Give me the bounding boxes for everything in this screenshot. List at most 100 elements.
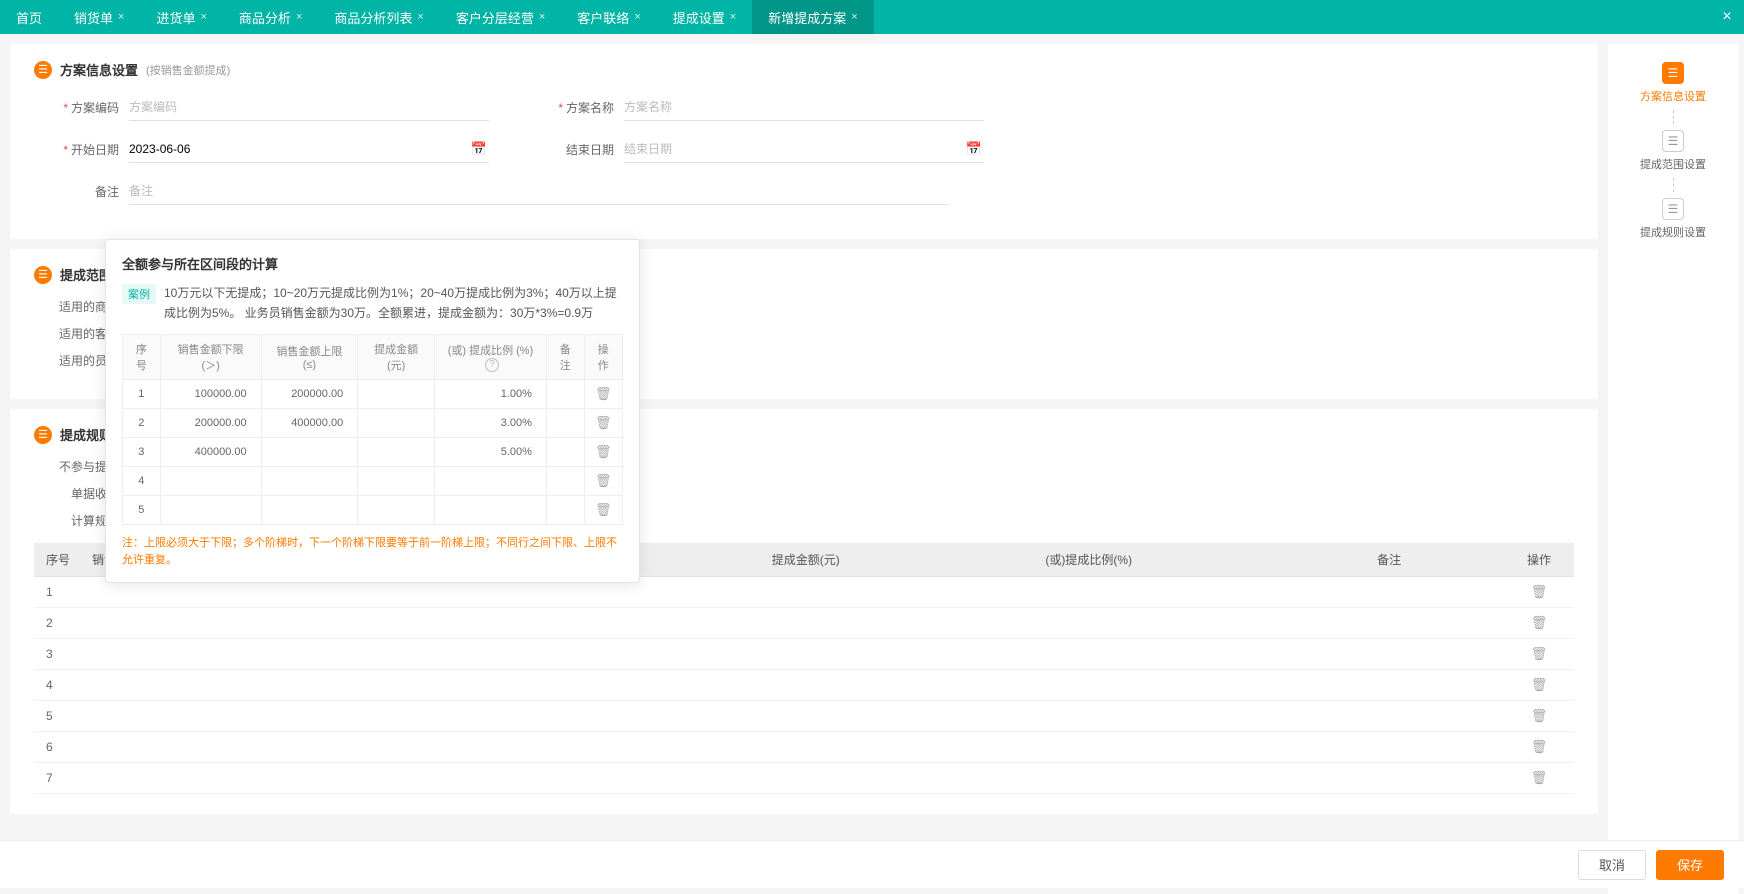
cell-remark[interactable] bbox=[546, 466, 584, 495]
cell-remark[interactable] bbox=[546, 408, 584, 437]
cell-lower[interactable] bbox=[82, 732, 430, 763]
tab[interactable]: 销货单× bbox=[58, 0, 140, 34]
table-row[interactable]: 3400000.005.00%🗑 bbox=[123, 437, 623, 466]
close-icon[interactable]: × bbox=[634, 11, 640, 23]
table-row[interactable]: 2🗑 bbox=[34, 608, 1574, 639]
delete-icon[interactable]: 🗑 bbox=[595, 444, 612, 459]
cell-ratio[interactable] bbox=[1035, 701, 1367, 732]
cell-upper[interactable] bbox=[261, 437, 358, 466]
cell-ratio[interactable] bbox=[1035, 608, 1367, 639]
delete-icon[interactable]: 🗑 bbox=[1531, 677, 1548, 692]
tab[interactable]: 商品分析列表× bbox=[318, 0, 439, 34]
delete-icon[interactable]: 🗑 bbox=[1531, 708, 1548, 723]
close-all-tabs-button[interactable]: × bbox=[1710, 0, 1744, 34]
delete-icon[interactable]: 🗑 bbox=[595, 502, 612, 517]
table-row[interactable]: 2200000.00400000.003.00%🗑 bbox=[123, 408, 623, 437]
table-row[interactable]: 5🗑 bbox=[123, 495, 623, 524]
cell-amount[interactable] bbox=[762, 639, 1036, 670]
cell-upper[interactable] bbox=[430, 670, 761, 701]
close-icon[interactable]: × bbox=[539, 11, 545, 23]
close-icon[interactable]: × bbox=[730, 11, 736, 23]
tab[interactable]: 客户联络× bbox=[561, 0, 656, 34]
cell-upper[interactable]: 200000.00 bbox=[261, 379, 358, 408]
cell-ratio[interactable]: 1.00% bbox=[435, 379, 547, 408]
cell-upper[interactable] bbox=[261, 495, 358, 524]
cell-lower[interactable] bbox=[82, 639, 430, 670]
side-step[interactable]: ☰提成范围设置 bbox=[1640, 130, 1706, 172]
table-row[interactable]: 4🗑 bbox=[34, 670, 1574, 701]
table-row[interactable]: 6🗑 bbox=[34, 732, 1574, 763]
cell-remark[interactable] bbox=[546, 437, 584, 466]
cell-ratio[interactable] bbox=[1035, 763, 1367, 794]
side-step[interactable]: ☰提成规则设置 bbox=[1640, 198, 1706, 240]
tab[interactable]: 首页 bbox=[0, 0, 58, 34]
cancel-button[interactable]: 取消 bbox=[1578, 850, 1646, 880]
calendar-icon[interactable]: 📅 bbox=[471, 141, 487, 157]
cell-ratio[interactable] bbox=[1035, 639, 1367, 670]
cell-amount[interactable] bbox=[762, 701, 1036, 732]
cell-ratio[interactable] bbox=[435, 495, 547, 524]
cell-amount[interactable] bbox=[358, 495, 435, 524]
cell-lower[interactable]: 400000.00 bbox=[160, 437, 261, 466]
table-row[interactable]: 5🗑 bbox=[34, 701, 1574, 732]
cell-remark[interactable] bbox=[546, 379, 584, 408]
start-date-input[interactable] bbox=[129, 142, 489, 156]
cell-remark[interactable] bbox=[1367, 577, 1504, 608]
cell-lower[interactable]: 100000.00 bbox=[160, 379, 261, 408]
cell-amount[interactable] bbox=[762, 763, 1036, 794]
code-input[interactable] bbox=[129, 100, 489, 114]
cell-upper[interactable] bbox=[430, 701, 761, 732]
delete-icon[interactable]: 🗑 bbox=[595, 415, 612, 430]
cell-upper[interactable] bbox=[430, 732, 761, 763]
cell-remark[interactable] bbox=[1367, 670, 1504, 701]
close-icon[interactable]: × bbox=[296, 11, 302, 23]
delete-icon[interactable]: 🗑 bbox=[595, 473, 612, 488]
delete-icon[interactable]: 🗑 bbox=[1531, 584, 1548, 599]
delete-icon[interactable]: 🗑 bbox=[1531, 739, 1548, 754]
cell-remark[interactable] bbox=[1367, 608, 1504, 639]
cell-ratio[interactable]: 3.00% bbox=[435, 408, 547, 437]
cell-ratio[interactable]: 5.00% bbox=[435, 437, 547, 466]
cell-amount[interactable] bbox=[358, 466, 435, 495]
tab[interactable]: 客户分层经营× bbox=[440, 0, 561, 34]
tab[interactable]: 商品分析× bbox=[223, 0, 318, 34]
cell-lower[interactable]: 200000.00 bbox=[160, 408, 261, 437]
cell-ratio[interactable] bbox=[1035, 577, 1367, 608]
save-button[interactable]: 保存 bbox=[1656, 850, 1724, 880]
cell-upper[interactable]: 400000.00 bbox=[261, 408, 358, 437]
cell-remark[interactable] bbox=[1367, 732, 1504, 763]
cell-lower[interactable] bbox=[82, 608, 430, 639]
remark-input[interactable] bbox=[129, 184, 949, 198]
table-row[interactable]: 4🗑 bbox=[123, 466, 623, 495]
cell-amount[interactable] bbox=[358, 408, 435, 437]
table-row[interactable]: 7🗑 bbox=[34, 763, 1574, 794]
tab[interactable]: 进货单× bbox=[140, 0, 222, 34]
cell-upper[interactable] bbox=[430, 639, 761, 670]
close-icon[interactable]: × bbox=[417, 11, 423, 23]
help-icon[interactable]: ? bbox=[485, 358, 499, 372]
delete-icon[interactable]: 🗑 bbox=[595, 386, 612, 401]
cell-ratio[interactable] bbox=[435, 466, 547, 495]
cell-amount[interactable] bbox=[762, 608, 1036, 639]
table-row[interactable]: 3🗑 bbox=[34, 639, 1574, 670]
cell-remark[interactable] bbox=[1367, 701, 1504, 732]
cell-upper[interactable] bbox=[430, 763, 761, 794]
cell-amount[interactable] bbox=[762, 732, 1036, 763]
delete-icon[interactable]: 🗑 bbox=[1531, 770, 1548, 785]
cell-upper[interactable] bbox=[261, 466, 358, 495]
close-icon[interactable]: × bbox=[118, 11, 124, 23]
delete-icon[interactable]: 🗑 bbox=[1531, 646, 1548, 661]
tab[interactable]: 提成设置× bbox=[657, 0, 752, 34]
cell-ratio[interactable] bbox=[1035, 670, 1367, 701]
cell-lower[interactable] bbox=[160, 495, 261, 524]
delete-icon[interactable]: 🗑 bbox=[1531, 615, 1548, 630]
table-row[interactable]: 1100000.00200000.001.00%🗑 bbox=[123, 379, 623, 408]
close-icon[interactable]: × bbox=[851, 11, 857, 23]
cell-lower[interactable] bbox=[82, 701, 430, 732]
cell-remark[interactable] bbox=[1367, 763, 1504, 794]
cell-upper[interactable] bbox=[430, 608, 761, 639]
cell-remark[interactable] bbox=[1367, 639, 1504, 670]
cell-lower[interactable] bbox=[82, 763, 430, 794]
calendar-icon[interactable]: 📅 bbox=[966, 141, 982, 157]
name-input[interactable] bbox=[624, 100, 984, 114]
